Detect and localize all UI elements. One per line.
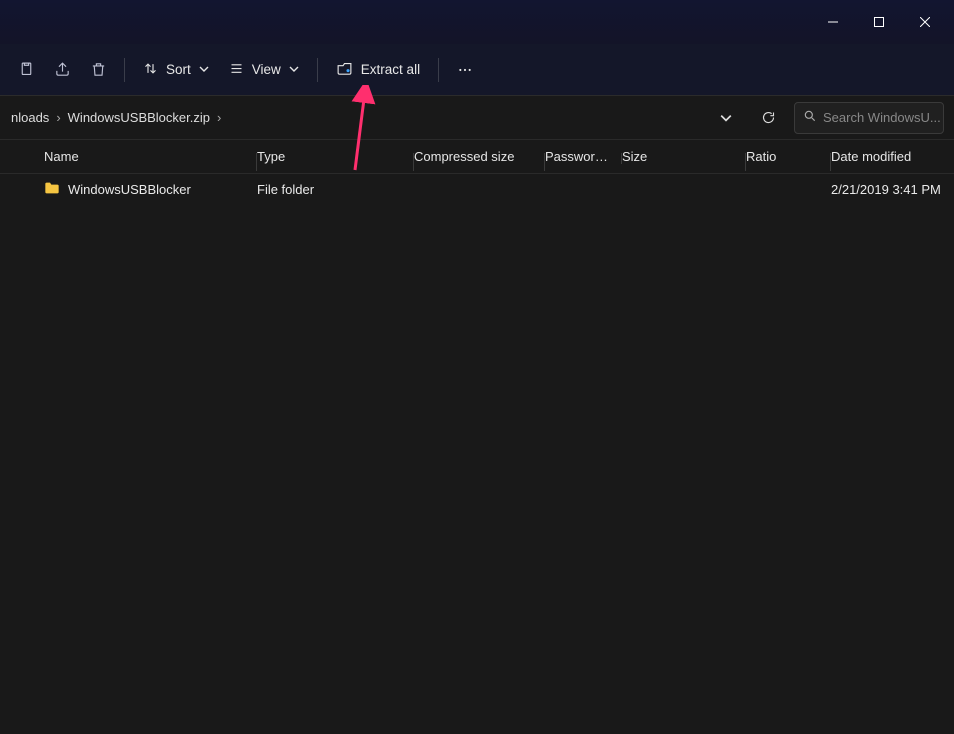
delete-icon[interactable]: [80, 52, 116, 88]
table-row[interactable]: WindowsUSBBlocker File folder 2/21/2019 …: [26, 174, 954, 204]
recent-locations-button[interactable]: [710, 102, 742, 134]
column-header-type[interactable]: Type: [257, 149, 414, 164]
share-icon[interactable]: [44, 52, 80, 88]
file-type: File folder: [257, 182, 414, 197]
extract-all-button[interactable]: Extract all: [326, 52, 430, 88]
column-header-size[interactable]: Size: [622, 149, 746, 164]
view-icon: [229, 61, 244, 79]
column-headers: Name Type Compressed size Password ... S…: [0, 140, 954, 174]
view-button[interactable]: View: [219, 52, 309, 88]
search-box[interactable]: [794, 102, 944, 134]
toolbar-separator: [317, 58, 318, 82]
file-list: WindowsUSBBlocker File folder 2/21/2019 …: [0, 174, 954, 734]
maximize-button[interactable]: [856, 6, 902, 38]
view-label: View: [252, 62, 281, 77]
file-name: WindowsUSBBlocker: [68, 182, 191, 197]
toolbar-separator: [438, 58, 439, 82]
column-header-password[interactable]: Password ...: [545, 149, 622, 164]
chevron-down-icon: [199, 62, 209, 77]
column-header-ratio[interactable]: Ratio: [746, 149, 831, 164]
address-bar: nloads › WindowsUSBBlocker.zip ›: [0, 96, 954, 140]
close-button[interactable]: [902, 6, 948, 38]
search-icon: [803, 109, 817, 126]
chevron-right-icon: ›: [213, 110, 225, 125]
cut-icon[interactable]: [8, 52, 44, 88]
breadcrumb-segment[interactable]: WindowsUSBBlocker.zip: [65, 110, 213, 125]
search-input[interactable]: [823, 110, 954, 125]
refresh-button[interactable]: [752, 102, 784, 134]
breadcrumb[interactable]: nloads › WindowsUSBBlocker.zip ›: [0, 102, 700, 134]
toolbar: Sort View Extract all: [0, 44, 954, 96]
more-button[interactable]: [447, 52, 483, 88]
sort-label: Sort: [166, 62, 191, 77]
column-header-date-modified[interactable]: Date modified: [831, 149, 954, 164]
extract-all-label: Extract all: [361, 62, 420, 77]
file-date-modified: 2/21/2019 3:41 PM: [831, 182, 954, 197]
column-header-compressed-size[interactable]: Compressed size: [414, 149, 545, 164]
folder-icon: [44, 181, 60, 198]
chevron-right-icon: ›: [52, 110, 64, 125]
extract-icon: [336, 60, 353, 80]
minimize-button[interactable]: [810, 6, 856, 38]
sort-icon: [143, 61, 158, 79]
chevron-down-icon: [289, 62, 299, 77]
breadcrumb-segment[interactable]: nloads: [8, 110, 52, 125]
column-header-name[interactable]: Name: [44, 149, 257, 164]
sort-button[interactable]: Sort: [133, 52, 219, 88]
toolbar-separator: [124, 58, 125, 82]
titlebar: [0, 0, 954, 44]
